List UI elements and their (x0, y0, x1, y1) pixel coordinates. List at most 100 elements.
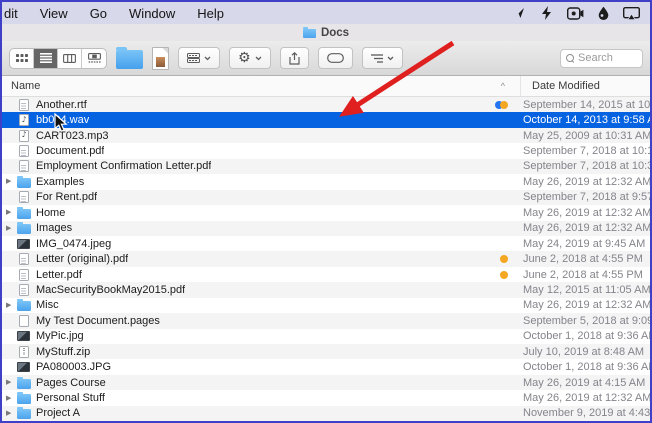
arrange-icon (370, 53, 383, 63)
menu-item-help[interactable]: Help (186, 6, 235, 21)
folder-icon (16, 298, 31, 312)
file-row[interactable]: ▶ Pages Course May 26, 2019 at 4:15 AM (2, 374, 650, 391)
tag-dots (482, 255, 508, 264)
arrange-button[interactable] (361, 47, 403, 69)
location-arrow-icon[interactable] (512, 6, 526, 20)
file-row[interactable]: IMG_0474.jpeg May 24, 2019 at 9:45 AM (2, 236, 650, 251)
sort-ascending-indicator: ^ (500, 81, 505, 91)
search-field (560, 48, 643, 68)
file-row[interactable]: bb094.wav October 14, 2013 at 9:58 AM (2, 112, 650, 128)
date-modified-value: October 1, 2018 at 9:36 AM (523, 361, 650, 374)
disclosure-triangle[interactable]: ▶ (2, 225, 16, 232)
date-modified-value: July 10, 2019 at 8:48 AM (523, 345, 645, 358)
image-file-icon (16, 360, 31, 374)
coverflow-view-button[interactable] (82, 49, 106, 68)
screen-record-icon[interactable] (567, 6, 584, 20)
spark-icon[interactable] (540, 6, 553, 20)
file-row[interactable]: Letter.pdf June 2, 2018 at 4:55 PM (2, 267, 650, 282)
folder-icon (302, 27, 316, 38)
disclosure-triangle[interactable]: ▶ (2, 410, 16, 417)
menu-item-go[interactable]: Go (79, 6, 118, 21)
file-name: Pages Course (36, 376, 106, 389)
file-row[interactable]: PA080003.JPG October 1, 2018 at 9:36 AM (2, 359, 650, 374)
icon-view-button[interactable] (10, 48, 34, 68)
tag-dots (482, 270, 508, 279)
file-name: Letter.pdf (36, 268, 82, 281)
disclosure-triangle[interactable]: ▶ (2, 379, 16, 386)
file-name: For Rent.pdf (36, 191, 98, 204)
folder-icon (16, 206, 31, 220)
airplay-display-icon[interactable] (623, 6, 640, 20)
file-name: CART023.mp3 (36, 129, 109, 142)
file-name: Employment Confirmation Letter.pdf (36, 160, 212, 173)
file-name: MyStuff.zip (36, 345, 91, 358)
file-row[interactable]: Employment Confirmation Letter.pdf Septem… (2, 158, 650, 175)
column-header-date-modified[interactable]: Date Modified (521, 76, 650, 96)
file-row[interactable]: MyPic.jpg October 1, 2018 at 9:36 AM (2, 329, 650, 344)
file-name: Misc (36, 299, 59, 312)
search-input[interactable] (578, 52, 637, 64)
document-icon (16, 98, 31, 112)
date-modified-value: September 5, 2018 at 9:09 AM (523, 314, 650, 327)
date-modified-value: September 7, 2018 at 9:57 AM (523, 191, 650, 204)
drop-icon[interactable] (598, 6, 609, 20)
folder-icon (16, 391, 31, 405)
file-name: IMG_0474.jpeg (36, 237, 112, 250)
column-header-name[interactable]: Name ^ (2, 76, 521, 96)
file-name: MyPic.jpg (36, 330, 84, 343)
date-modified-value: October 1, 2018 at 9:36 AM (523, 330, 650, 343)
file-name: Another.rtf (36, 98, 87, 111)
gear-icon: ⚙ (238, 50, 251, 66)
file-name: PA080003.JPG (36, 361, 112, 374)
tags-button[interactable] (317, 47, 353, 69)
menu-item-view[interactable]: View (29, 6, 79, 21)
audio-file-icon (16, 113, 31, 127)
menu-item-window[interactable]: Window (118, 6, 186, 21)
disclosure-triangle[interactable]: ▶ (2, 302, 16, 309)
menu-item-edit[interactable]: dit (4, 6, 29, 21)
file-row[interactable]: For Rent.pdf September 7, 2018 at 9:57 AM (2, 189, 650, 206)
list-column-headers: Name ^ Date Modified (2, 76, 650, 97)
disclosure-triangle[interactable]: ▶ (2, 178, 16, 185)
chevron-down-icon (387, 56, 394, 60)
file-name: bb094.wav (36, 114, 90, 127)
document-icon (16, 268, 31, 282)
date-modified-value: June 2, 2018 at 4:55 PM (523, 268, 643, 281)
file-row[interactable]: CART023.mp3 May 25, 2009 at 10:31 AM (2, 127, 650, 144)
file-name: Project A (36, 407, 81, 420)
file-name: Home (36, 206, 66, 219)
pages-file-icon (16, 314, 31, 328)
date-modified-value: June 2, 2018 at 4:55 PM (523, 253, 643, 266)
disclosure-triangle[interactable]: ▶ (2, 395, 16, 402)
file-row[interactable]: My Test Document.pages September 5, 2018 … (2, 313, 650, 329)
toolbar-folder-icon[interactable] (116, 47, 143, 69)
column-view-button[interactable] (58, 48, 82, 68)
toolbar-document-preview-icon[interactable] (152, 46, 169, 70)
date-modified-value: May 12, 2015 at 11:05 AM (523, 283, 650, 296)
action-gear-button[interactable]: ⚙ (229, 47, 271, 69)
folder-icon (16, 406, 31, 420)
date-modified-value: May 26, 2019 at 12:32 AM (523, 206, 650, 219)
file-row[interactable]: ▶ Misc May 26, 2019 at 12:32 AM (2, 298, 650, 313)
file-row[interactable]: MacSecurityBookMay2015.pdf May 12, 2015 a… (2, 282, 650, 298)
file-row[interactable]: Letter (original).pdf June 2, 2018 at 4:5… (2, 251, 650, 267)
disclosure-triangle[interactable]: ▶ (2, 209, 16, 216)
chevron-down-icon (255, 56, 262, 60)
file-name: My Test Document.pages (36, 314, 160, 327)
file-row[interactable]: ▶ Images May 26, 2019 at 12:32 AM (2, 220, 650, 236)
file-row[interactable]: ▶ Home May 26, 2019 at 12:32 AM (2, 205, 650, 220)
list-view-button[interactable] (34, 48, 58, 68)
file-row[interactable]: ▶ Project A November 9, 2019 at 4:43 PM (2, 405, 650, 421)
share-button[interactable] (279, 47, 309, 69)
file-row[interactable]: Document.pdf September 7, 2018 at 10:14 A… (2, 143, 650, 158)
folder-icon (16, 175, 31, 189)
file-row[interactable]: Another.rtf September 14, 2015 at 10:23 A… (2, 97, 650, 113)
file-row[interactable]: MyStuff.zip July 10, 2019 at 8:48 AM (2, 344, 650, 360)
group-by-button[interactable] (178, 47, 220, 69)
document-icon (16, 190, 31, 204)
image-file-icon (16, 237, 31, 251)
chevron-down-icon (204, 56, 211, 60)
file-row[interactable]: ▶ Examples May 26, 2019 at 12:32 AM (2, 174, 650, 189)
date-modified-value: September 14, 2015 at 10:23 AM (523, 98, 650, 111)
file-row[interactable]: ▶ Personal Stuff May 26, 2019 at 12:32 AM (2, 390, 650, 405)
